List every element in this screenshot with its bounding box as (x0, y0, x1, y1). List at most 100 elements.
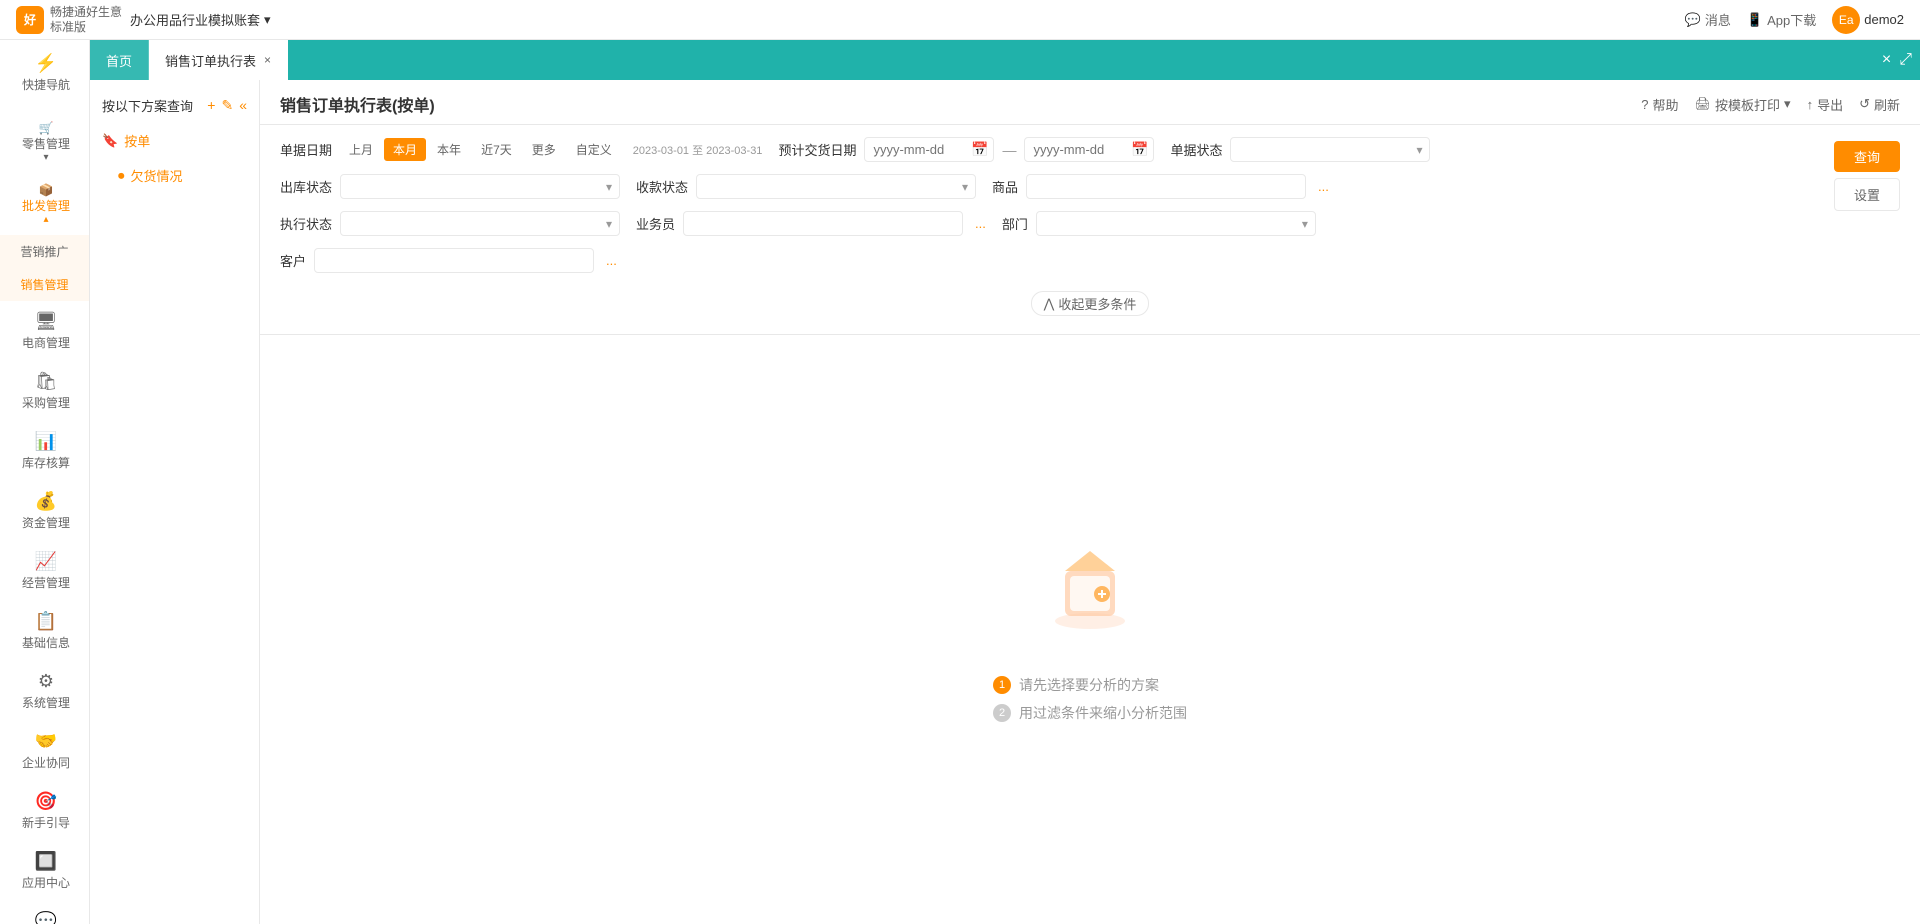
salesman-more-icon[interactable]: ... (975, 216, 986, 231)
left-panel-actions: + ✎ « (207, 97, 247, 114)
sidebar-item-sales[interactable]: 销售管理 (0, 268, 89, 301)
customer-more-icon[interactable]: ... (606, 253, 617, 268)
weixin-icon: 💬 (35, 911, 57, 924)
filter-salesman-group: 业务员 ... (636, 211, 986, 236)
order-status-select-wrap: ▾ (1230, 137, 1430, 162)
sidebar-item-ecommerce[interactable]: 🖥 电商管理 (0, 301, 89, 361)
receipt-status-select[interactable] (696, 174, 976, 199)
wholesale-sub-items: 营销推广 销售管理 (0, 235, 89, 301)
app-download-button[interactable]: 📱 App下载 (1747, 10, 1816, 29)
sidebar-item-system[interactable]: ⚙ 系统管理 (0, 661, 89, 721)
date-btn-custom[interactable]: 自定义 (567, 138, 621, 161)
purchase-icon: 🛍 (35, 371, 58, 392)
calendar-to-icon: 📅 (1131, 141, 1148, 158)
retail-arrow-icon: ▾ (43, 152, 48, 163)
date-btn-prev[interactable]: 上月 (340, 138, 382, 161)
filter-exec-status-group: 执行状态 ▾ (280, 211, 620, 236)
sub-item-debt[interactable]: ⏺ 欠货情况 (90, 158, 259, 193)
settings-button[interactable]: 设置 (1834, 178, 1900, 211)
message-icon: 💬 (1685, 12, 1701, 28)
sidebar-group-wholesale: 📦 批发管理 ▴ 营销推广 销售管理 (0, 173, 89, 301)
breadcrumb-dropdown-icon[interactable]: ▾ (264, 12, 271, 28)
filter-rows: 单据日期 上月 本月 本年 近7天 更多 自定义 (280, 137, 1818, 285)
sidebar-item-appcenter[interactable]: 🔲 应用中心 (0, 841, 89, 901)
filter-out-status-group: 出库状态 ▾ (280, 174, 620, 199)
tab-home[interactable]: 首页 (90, 40, 149, 80)
avatar: Ea (1832, 6, 1860, 34)
sidebar-item-inventory[interactable]: 📊 库存核算 (0, 421, 89, 481)
tab-bar-right: × ⤢ (1882, 51, 1920, 69)
print-icon: 🖨 (1695, 96, 1712, 112)
query-button[interactable]: 查询 (1834, 141, 1900, 172)
print-dropdown-icon[interactable]: ▾ (1784, 96, 1791, 112)
basic-icon: 📋 (35, 611, 57, 632)
date-btn-more[interactable]: 更多 (523, 138, 565, 161)
sidebar-item-shortcut[interactable]: ⚡ 快捷导航 (0, 43, 89, 103)
date-btn-year[interactable]: 本年 (428, 138, 470, 161)
sidebar-item-wholesale[interactable]: 📦 批发管理 ▴ (0, 173, 89, 235)
debt-icon: ⏺ (118, 168, 125, 184)
sidebar-item-finance[interactable]: 💰 资金管理 (0, 481, 89, 541)
sidebar-item-retail[interactable]: 🛒 零售管理 ▾ (0, 111, 89, 173)
operations-icon: 📈 (35, 551, 57, 572)
dept-select[interactable] (1036, 211, 1316, 236)
date-btn-curr[interactable]: 本月 (384, 138, 426, 161)
breadcrumb[interactable]: 办公用品行业模拟账套 ▾ (130, 10, 271, 29)
sidebar-item-purchase[interactable]: 🛍 采购管理 (0, 361, 89, 421)
page-title: 销售订单执行表(按单) (280, 92, 435, 116)
tab-close-all-icon[interactable]: × (1882, 51, 1891, 69)
right-panel: 销售订单执行表(按单) ? 帮助 🖨 按模板打印 ▾ ↑ (260, 80, 1920, 924)
expected-date-from-wrap: 📅 (864, 137, 994, 162)
out-status-select[interactable] (340, 174, 620, 199)
add-scheme-button[interactable]: + (207, 97, 215, 114)
customer-input[interactable] (314, 248, 594, 273)
goods-more-icon[interactable]: ... (1318, 179, 1329, 194)
refresh-button[interactable]: ↺ 刷新 (1859, 95, 1900, 114)
tab-expand-icon[interactable]: ⤢ (1899, 51, 1912, 69)
date-btn-7days[interactable]: 近7天 (472, 138, 521, 161)
edit-scheme-icon[interactable]: ✎ (221, 97, 233, 114)
empty-tip-1: 1 请先选择要分析的方案 (993, 675, 1187, 695)
logo-area: 好 畅捷通好生意 标准版 (16, 5, 122, 34)
sidebar-item-enterprise[interactable]: 🤝 企业协同 (0, 721, 89, 781)
content-inner: 按以下方案查询 + ✎ « 🔖 按单 ⏺ 欠货情况 销售订单执行表( (90, 80, 1920, 924)
collapse-panel-icon[interactable]: « (239, 97, 247, 114)
tip-num-2: 2 (993, 704, 1011, 722)
filter-receipt-status-group: 收款状态 ▾ (636, 174, 976, 199)
left-panel: 按以下方案查询 + ✎ « 🔖 按单 ⏺ 欠货情况 (90, 80, 260, 924)
export-icon: ↑ (1807, 97, 1814, 112)
message-button[interactable]: 💬 消息 (1685, 10, 1731, 29)
help-button[interactable]: ? 帮助 (1641, 95, 1678, 114)
scheme-press-icon: 🔖 (102, 133, 118, 149)
user-area[interactable]: Ea demo2 (1832, 6, 1904, 34)
sidebar-item-marketing[interactable]: 营销推广 (0, 235, 89, 268)
filter-dept-group: 部门 ▾ (1002, 211, 1316, 236)
tab-close-icon[interactable]: × (264, 53, 271, 67)
order-status-select[interactable] (1230, 137, 1430, 162)
logo-text: 畅捷通好生意 标准版 (50, 5, 122, 34)
filter-row-1: 单据日期 上月 本月 本年 近7天 更多 自定义 (280, 137, 1818, 162)
filter-date-group: 单据日期 上月 本月 本年 近7天 更多 自定义 (280, 138, 762, 161)
scheme-item-press[interactable]: 🔖 按单 (90, 123, 259, 158)
export-button[interactable]: ↑ 导出 (1807, 95, 1844, 114)
filter-customer-group: 客户 ... (280, 248, 617, 273)
sidebar-item-newbie[interactable]: 🎯 新手引导 (0, 781, 89, 841)
salesman-input[interactable] (683, 211, 963, 236)
out-status-select-wrap: ▾ (340, 174, 620, 199)
page-title-row: 销售订单执行表(按单) ? 帮助 🖨 按模板打印 ▾ ↑ (280, 92, 1900, 116)
goods-input[interactable] (1026, 174, 1306, 199)
sidebar-item-operations[interactable]: 📈 经营管理 (0, 541, 89, 601)
sidebar-item-weixin[interactable]: 💬 企业微信 (0, 901, 89, 924)
collapse-row: ⋀ 收起更多条件 (280, 285, 1900, 322)
empty-state: 1 请先选择要分析的方案 2 用过滤条件来缩小分析范围 (260, 335, 1920, 924)
filter-order-status-group: 单据状态 ▾ (1170, 137, 1430, 162)
help-icon: ? (1641, 97, 1648, 112)
filter-row-2: 出库状态 ▾ 收款状态 (280, 174, 1818, 199)
collapse-filters-button[interactable]: ⋀ 收起更多条件 (1031, 291, 1150, 316)
sidebar-item-basic[interactable]: 📋 基础信息 (0, 601, 89, 661)
left-panel-header: 按以下方案查询 + ✎ « (90, 88, 259, 123)
template-print-button[interactable]: 🖨 按模板打印 ▾ (1695, 95, 1791, 114)
tab-sales-exec[interactable]: 销售订单执行表 × (149, 40, 288, 80)
exec-status-select[interactable] (340, 211, 620, 236)
filter-area: 单据日期 上月 本月 本年 近7天 更多 自定义 (260, 125, 1920, 335)
